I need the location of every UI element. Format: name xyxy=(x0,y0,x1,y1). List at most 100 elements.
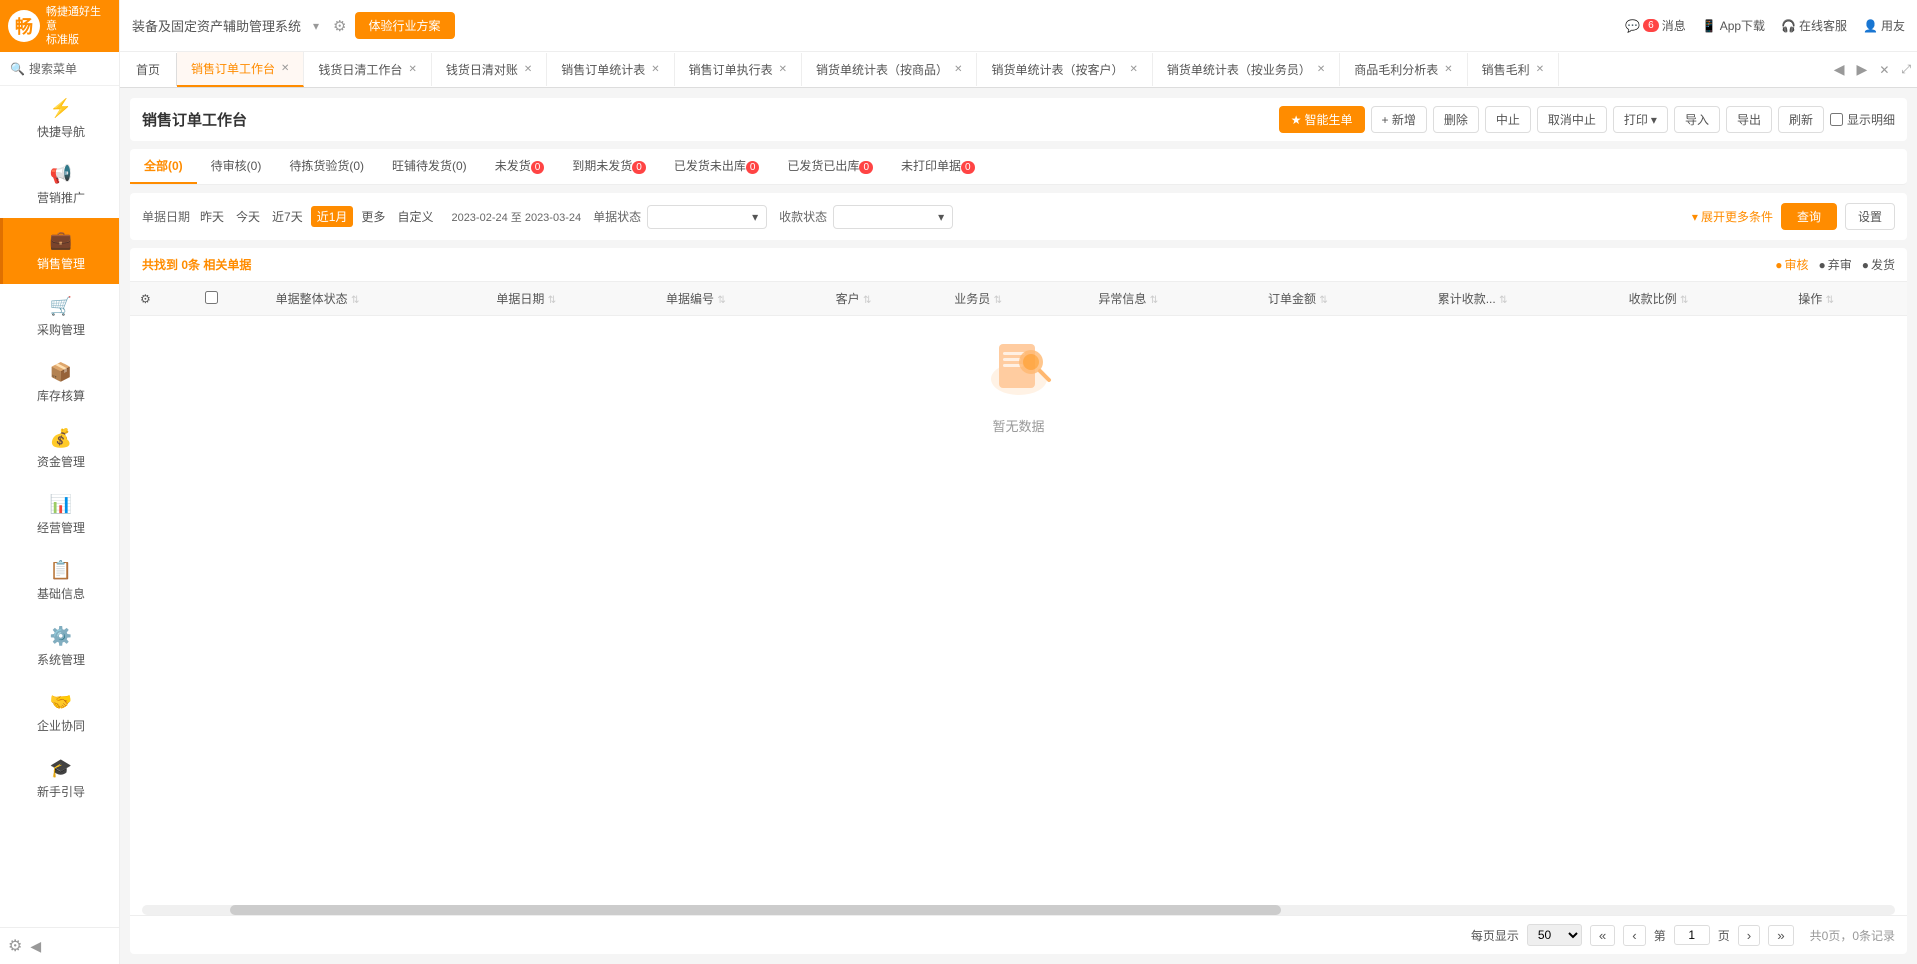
sort-icon-number[interactable]: ⇅ xyxy=(717,295,725,306)
import-btn[interactable]: 导入 xyxy=(1674,106,1720,133)
sort-icon-date[interactable]: ⇅ xyxy=(548,295,556,306)
add-btn[interactable]: + 新增 xyxy=(1371,106,1427,133)
filter-tab-shipped-out[interactable]: 已发货已出库0 xyxy=(773,149,887,184)
smart-btn[interactable]: ★ 智能生单 xyxy=(1279,106,1365,133)
filter-tab-not-printed[interactable]: 未打印单据0 xyxy=(887,149,989,184)
tab-close-sales-profit[interactable]: ✕ xyxy=(1536,64,1544,75)
col-checkbox[interactable] xyxy=(195,282,265,316)
next-page-btn[interactable]: › xyxy=(1738,925,1760,946)
tab-close-sales-exec[interactable]: ✕ xyxy=(779,64,787,75)
select-all-checkbox[interactable] xyxy=(205,291,218,304)
sidebar-item-system[interactable]: ⚙️系统管理 xyxy=(0,614,119,680)
settings-gear-icon[interactable]: ⚙ xyxy=(333,17,346,35)
page-size-select[interactable]: 50 10 20 100 xyxy=(1527,924,1582,946)
filter-tab-wangpu-pending[interactable]: 旺铺待发货(0) xyxy=(378,149,481,184)
sidebar-item-enterprise[interactable]: 🤝企业协同 xyxy=(0,680,119,746)
sort-icon-collected[interactable]: ⇅ xyxy=(1499,295,1507,306)
tab-sales-by-customer[interactable]: 销货单统计表（按客户）✕ xyxy=(977,53,1152,86)
horizontal-scrollbar[interactable] xyxy=(142,905,1895,915)
date-opt-today[interactable]: 今天 xyxy=(232,206,264,227)
sort-icon-amount[interactable]: ⇅ xyxy=(1319,295,1327,306)
date-opt-more[interactable]: 更多 xyxy=(357,206,389,227)
sidebar-item-sales[interactable]: 💼销售管理 xyxy=(0,218,119,284)
date-opt-last1m[interactable]: 近1月 xyxy=(311,206,354,227)
tab-sales-stats[interactable]: 销售订单统计表✕ xyxy=(547,53,674,86)
query-btn[interactable]: 查询 xyxy=(1781,203,1837,230)
payment-select[interactable]: ▾ xyxy=(833,205,953,229)
tab-close-all-icon[interactable]: ✕ xyxy=(1873,63,1895,77)
tab-sales-by-staff[interactable]: 销货单统计表（按业务员）✕ xyxy=(1153,53,1340,86)
sidebar-item-inventory[interactable]: 📦库存核算 xyxy=(0,350,119,416)
online-service-action[interactable]: 🎧 在线客服 xyxy=(1781,17,1847,34)
suspend-btn[interactable]: 中止 xyxy=(1485,106,1531,133)
message-action[interactable]: 💬 6 消息 xyxy=(1625,17,1686,34)
date-opt-yesterday[interactable]: 昨天 xyxy=(196,206,228,227)
cancel-suspend-btn[interactable]: 取消中止 xyxy=(1537,106,1607,133)
sidebar-item-guide[interactable]: 🎓新手引导 xyxy=(0,746,119,812)
sort-icon-staff[interactable]: ⇅ xyxy=(994,295,1002,306)
tab-sales-by-product[interactable]: 销货单统计表（按商品）✕ xyxy=(802,53,977,86)
unapprove-action[interactable]: ● 弃审 xyxy=(1818,256,1851,273)
setting-btn[interactable]: 设置 xyxy=(1845,203,1895,230)
date-opt-custom[interactable]: 自定义 xyxy=(393,206,437,227)
tab-sales-profit[interactable]: 销售毛利✕ xyxy=(1468,53,1559,86)
status-select[interactable]: ▾ xyxy=(647,205,767,229)
tab-cash-reconcile[interactable]: 钱货日清对账✕ xyxy=(432,53,547,86)
sidebar-item-base-info[interactable]: 📋基础信息 xyxy=(0,548,119,614)
tab-close-gross-profit[interactable]: ✕ xyxy=(1444,64,1452,75)
tab-sales-exec[interactable]: 销售订单执行表✕ xyxy=(675,53,802,86)
sort-icon-ratio[interactable]: ⇅ xyxy=(1680,295,1688,306)
tab-close-sales-by-customer[interactable]: ✕ xyxy=(1129,64,1137,75)
tab-gross-profit[interactable]: 商品毛利分析表✕ xyxy=(1340,53,1467,86)
tab-close-cash-daily[interactable]: ✕ xyxy=(408,64,416,75)
trial-btn[interactable]: 体验行业方案 xyxy=(355,12,455,39)
tab-close-sales-workbench[interactable]: ✕ xyxy=(281,63,289,74)
sort-icon-exception[interactable]: ⇅ xyxy=(1150,295,1158,306)
refresh-btn[interactable]: 刷新 xyxy=(1778,106,1824,133)
prev-page-btn[interactable]: ‹ xyxy=(1623,925,1645,946)
filter-tab-expired-not-shipped[interactable]: 到期未发货0 xyxy=(558,149,660,184)
tab-maximize-icon[interactable]: ⤢ xyxy=(1895,62,1917,77)
collapse-icon[interactable]: ◀ xyxy=(30,938,41,955)
filter-tab-all[interactable]: 全部(0) xyxy=(130,149,197,184)
user-action[interactable]: 👤 用友 xyxy=(1863,17,1905,34)
expand-btn[interactable]: ▾ 展开更多条件 xyxy=(1692,208,1773,225)
sidebar-item-finance[interactable]: 💰资金管理 xyxy=(0,416,119,482)
sidebar-item-purchase[interactable]: 🛒采购管理 xyxy=(0,284,119,350)
tab-nav-left-icon[interactable]: ◀ xyxy=(1828,61,1851,78)
last-page-btn[interactable]: » xyxy=(1768,925,1793,946)
tab-close-sales-stats[interactable]: ✕ xyxy=(651,64,659,75)
sidebar-item-marketing[interactable]: 📢营销推广 xyxy=(0,152,119,218)
show-detail-checkbox[interactable] xyxy=(1830,113,1843,126)
filter-tab-not-shipped[interactable]: 未发货0 xyxy=(481,149,559,184)
filter-tab-shipped-not-out[interactable]: 已发货未出库0 xyxy=(660,149,774,184)
page-input[interactable] xyxy=(1674,925,1710,945)
sort-icon-operation[interactable]: ⇅ xyxy=(1826,295,1834,306)
date-opt-last7[interactable]: 近7天 xyxy=(268,206,307,227)
tab-close-sales-by-staff[interactable]: ✕ xyxy=(1317,64,1325,75)
print-btn[interactable]: 打印 ▾ xyxy=(1613,106,1668,133)
tab-sales-workbench[interactable]: 销售订单工作台✕ xyxy=(177,52,304,87)
filter-tab-pending-review[interactable]: 待审核(0) xyxy=(197,149,276,184)
sidebar-item-quick-nav[interactable]: ⚡快捷导航 xyxy=(0,86,119,152)
sidebar-search[interactable]: 🔍 搜索菜单 xyxy=(0,52,119,86)
sort-icon-status[interactable]: ⇅ xyxy=(351,295,359,306)
tab-close-cash-reconcile[interactable]: ✕ xyxy=(524,64,532,75)
filter-tab-pending-inspect[interactable]: 待拣货验货(0) xyxy=(275,149,378,184)
settings-icon[interactable]: ⚙ xyxy=(8,936,22,956)
tab-cash-daily[interactable]: 钱货日清工作台✕ xyxy=(304,53,431,86)
tab-close-sales-by-product[interactable]: ✕ xyxy=(954,64,962,75)
delete-btn[interactable]: 删除 xyxy=(1433,106,1479,133)
tab-home[interactable]: 首页 xyxy=(120,53,177,86)
col-setting[interactable]: ⚙ xyxy=(130,282,195,316)
app-download-action[interactable]: 📱 App下载 xyxy=(1702,17,1765,34)
sort-icon-customer[interactable]: ⇅ xyxy=(863,295,871,306)
approve-action[interactable]: ● 审核 xyxy=(1775,256,1808,273)
export-btn[interactable]: 导出 xyxy=(1726,106,1772,133)
dropdown-icon[interactable]: ▾ xyxy=(313,19,319,33)
tab-nav-right-icon[interactable]: ▶ xyxy=(1851,61,1874,78)
ship-action[interactable]: ● 发货 xyxy=(1862,256,1895,273)
first-page-btn[interactable]: « xyxy=(1590,925,1615,946)
sidebar-item-operations[interactable]: 📊经营管理 xyxy=(0,482,119,548)
col-setting-icon[interactable]: ⚙ xyxy=(140,292,151,306)
